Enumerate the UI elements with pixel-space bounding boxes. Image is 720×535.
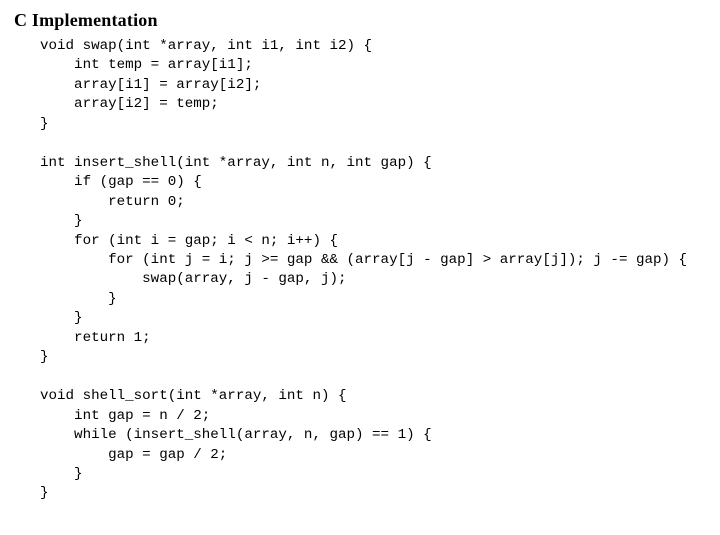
document-page: C Implementation void swap(int *array, i… xyxy=(0,0,720,504)
section-heading: C Implementation xyxy=(14,10,706,31)
code-listing: void swap(int *array, int i1, int i2) { … xyxy=(40,37,706,504)
